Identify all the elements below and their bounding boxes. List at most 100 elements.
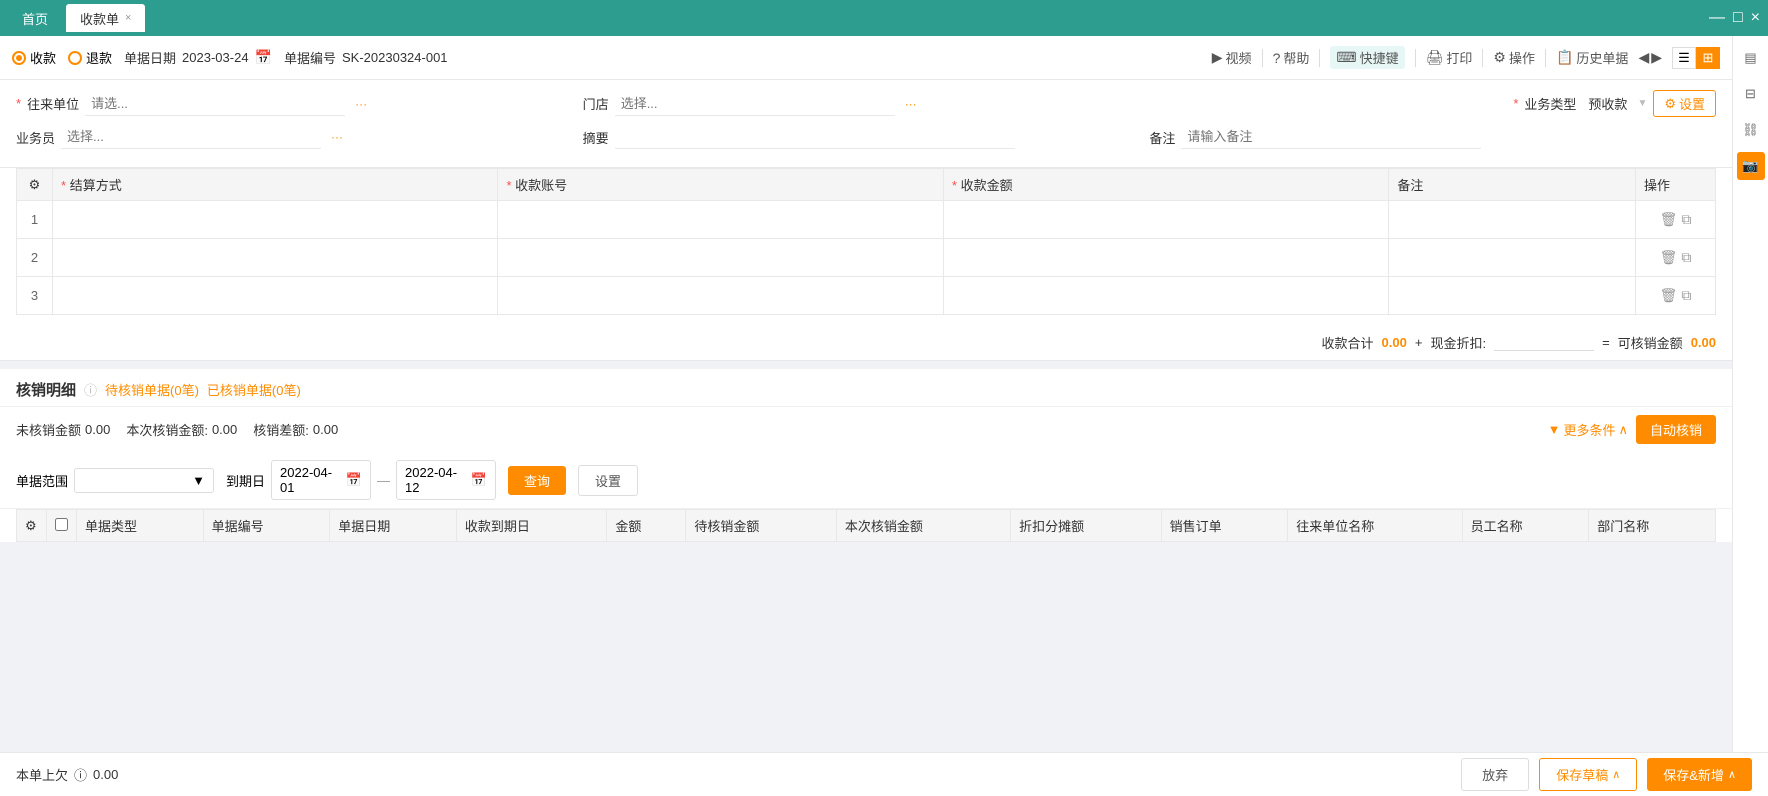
gear-icon-th[interactable]: ⚙ <box>29 177 41 193</box>
row-1-copy-btn[interactable]: ⧉ <box>1681 211 1691 228</box>
req-star2: * <box>1513 96 1518 111</box>
calendar-icon[interactable]: 📅 <box>255 49 272 66</box>
side-inbox-icon[interactable]: ⊟ <box>1737 80 1765 108</box>
salesperson-input[interactable] <box>61 125 321 149</box>
row-3-amount[interactable] <box>943 277 1388 315</box>
salesperson-more-btn[interactable]: ··· <box>331 130 343 144</box>
summary-row: 收款合计 0.00 + 现金折扣: = 可核销金额 0.00 <box>0 325 1732 361</box>
filter-setting-btn[interactable]: 设置 <box>578 465 638 496</box>
store-more-btn[interactable]: ··· <box>905 97 917 111</box>
radio-refund[interactable]: 退款 <box>68 48 112 67</box>
window-close-btn[interactable]: × <box>1751 9 1760 27</box>
summary-input[interactable] <box>615 125 1015 149</box>
tab-bar: 首页 收款单 × — □ × <box>0 0 1768 36</box>
bottom-table-wrapper: ⚙ 单据类型 单据编号 单据日期 <box>0 509 1732 542</box>
grid-view-btn[interactable]: ⊞ <box>1696 47 1720 69</box>
stats-right: ▼ 更多条件 ∧ 自动核销 <box>1548 415 1716 444</box>
row-2-settlement[interactable] <box>53 239 498 277</box>
gear-icon: ⚙ <box>1664 96 1676 112</box>
date-field: 单据日期 2023-03-24 📅 <box>124 48 272 67</box>
list-view-btn[interactable]: ☰ <box>1672 47 1696 69</box>
business-type-arrow[interactable]: ▼ <box>1637 98 1647 109</box>
row-2-amount[interactable] <box>943 239 1388 277</box>
history-icon: 📋 <box>1556 49 1573 66</box>
row-num-2: 2 <box>17 239 53 277</box>
divider1 <box>1262 49 1263 67</box>
query-btn[interactable]: 查询 <box>508 466 566 495</box>
row-1-account[interactable] <box>498 201 943 239</box>
store-input[interactable] <box>615 92 895 116</box>
info-icon[interactable]: ⓘ <box>84 380 97 399</box>
toolbar-right: ▶ 视频 ? 帮助 ⌨ 快捷键 🖨 打印 ⚙ 操作 <box>1212 46 1720 69</box>
side-link-icon[interactable]: ⛓ <box>1737 116 1765 144</box>
pending-tab[interactable]: 待核销单据(0笔) <box>105 380 199 399</box>
more-conditions-btn[interactable]: ▼ 更多条件 ∧ <box>1548 420 1628 439</box>
footer: 本单上欠 ⓘ 0.00 放弃 保存草稿 ∧ 保存&新增 ∧ <box>0 752 1768 796</box>
setting-btn[interactable]: ⚙ 设置 <box>1653 90 1716 117</box>
business-type-value: 预收款 <box>1588 94 1627 113</box>
th-checkbox: ⚙ <box>17 510 47 542</box>
due-from-value: 2022-04-01 <box>280 465 342 495</box>
save-draft-btn[interactable]: 保存草稿 ∧ <box>1539 758 1637 791</box>
select-all-checkbox[interactable] <box>55 518 68 531</box>
counterpart-more-btn[interactable]: ··· <box>355 97 367 111</box>
maximize-btn[interactable]: □ <box>1733 9 1743 27</box>
calendar-icon-to: 📅 <box>471 472 487 488</box>
done-tab[interactable]: 已核销单据(0笔) <box>207 380 301 399</box>
prev-arrow[interactable]: ◀ <box>1638 49 1649 66</box>
th-due-date: 收款到期日 <box>456 510 606 542</box>
row-1-note[interactable] <box>1389 201 1636 239</box>
video-btn[interactable]: ▶ 视频 <box>1212 48 1252 67</box>
current-label: 本次核销金额: <box>126 420 208 439</box>
shortcut-btn[interactable]: ⌨ 快捷键 <box>1330 46 1404 69</box>
row-3-delete-btn[interactable]: 🗑 <box>1660 287 1678 304</box>
side-table-icon[interactable]: ▤ <box>1737 44 1765 72</box>
row-num-1: 1 <box>17 201 53 239</box>
minimize-btn[interactable]: — <box>1709 9 1725 27</box>
row-1-delete-btn[interactable]: 🗑 <box>1660 211 1678 228</box>
divider2 <box>1319 49 1320 67</box>
th-counterpart: 往来单位名称 <box>1288 510 1462 542</box>
counterpart-input[interactable] <box>85 92 345 116</box>
row-3-note[interactable] <box>1389 277 1636 315</box>
discount-input[interactable] <box>1494 335 1594 351</box>
range-select[interactable]: ▼ <box>74 468 214 493</box>
row-2-delete-btn[interactable]: 🗑 <box>1660 249 1678 266</box>
side-camera-icon[interactable]: 📷 <box>1737 152 1765 180</box>
row-1-settlement[interactable] <box>53 201 498 239</box>
help-btn[interactable]: ? 帮助 <box>1273 48 1310 67</box>
row-3-copy-btn[interactable]: ⧉ <box>1681 287 1691 304</box>
save-new-btn[interactable]: 保存&新增 ∧ <box>1647 758 1752 791</box>
next-arrow[interactable]: ▶ <box>1651 49 1662 66</box>
auto-btn[interactable]: 自动核销 <box>1636 415 1716 444</box>
video-label: 视频 <box>1226 48 1252 67</box>
print-btn[interactable]: 🖨 打印 <box>1426 48 1473 67</box>
tab-home[interactable]: 首页 <box>8 4 62 32</box>
radio-receipt-dot <box>12 51 26 65</box>
tab-close-icon[interactable]: × <box>125 12 131 24</box>
divider5 <box>1545 49 1546 67</box>
section-title: 核销明细 <box>16 379 76 400</box>
th-pending: 待核销金额 <box>686 510 836 542</box>
available-value: 0.00 <box>1691 335 1716 350</box>
due-from-input[interactable]: 2022-04-01 📅 <box>271 460 371 500</box>
row-2-account[interactable] <box>498 239 943 277</box>
save-new-label: 保存&新增 <box>1663 765 1724 784</box>
note-input[interactable] <box>1181 125 1481 149</box>
abandon-btn[interactable]: 放弃 <box>1461 758 1529 791</box>
th-due-date-label: 收款到期日 <box>465 519 530 534</box>
operation-btn[interactable]: ⚙ 操作 <box>1493 48 1535 67</box>
row-3-account[interactable] <box>498 277 943 315</box>
row-2-note[interactable] <box>1389 239 1636 277</box>
due-to-input[interactable]: 2022-04-12 📅 <box>396 460 496 500</box>
history-btn[interactable]: 📋 历史单据 <box>1556 48 1628 67</box>
gear-icon-bottom[interactable]: ⚙ <box>25 518 37 533</box>
radio-receipt[interactable]: 收款 <box>12 48 56 67</box>
help-icon: ? <box>1273 50 1281 66</box>
row-3-settlement[interactable] <box>53 277 498 315</box>
th-note: 备注 <box>1389 169 1636 201</box>
note-label: 备注 <box>1149 128 1175 147</box>
tab-receipt[interactable]: 收款单 × <box>66 4 145 32</box>
row-2-copy-btn[interactable]: ⧉ <box>1681 249 1691 266</box>
row-1-amount[interactable] <box>943 201 1388 239</box>
